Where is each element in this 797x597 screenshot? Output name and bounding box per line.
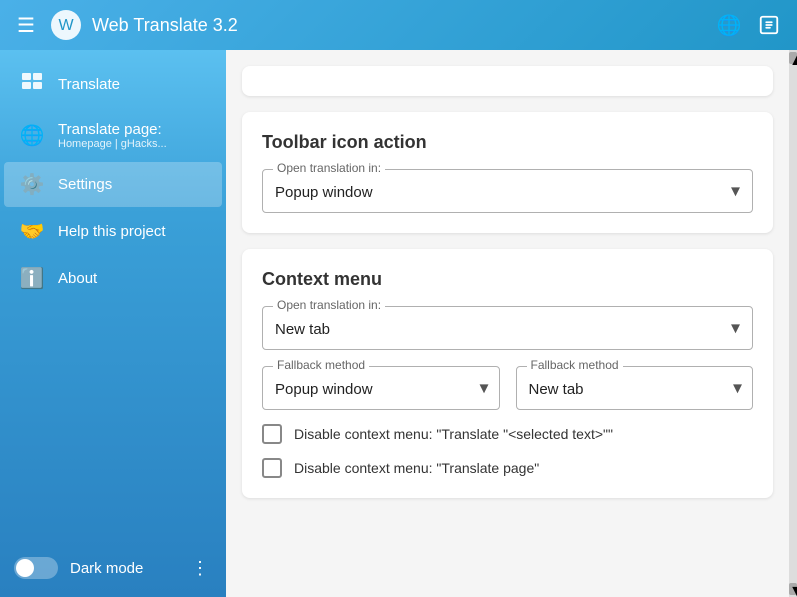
dark-mode-row: Dark mode ⋮ [0, 547, 226, 589]
toggle-knob [16, 559, 34, 577]
top-spacer-card [242, 66, 773, 96]
fallback1-select[interactable]: Fallback method Popup window ▾ [262, 366, 500, 410]
menu-icon[interactable]: ☰ [12, 13, 40, 38]
toolbar-open-in-value: Popup window [275, 184, 373, 201]
checkbox1-label: Disable context menu: "Translate "<selec… [294, 426, 613, 442]
dark-mode-toggle[interactable] [14, 557, 58, 579]
context-open-in-label: Open translation in: [273, 298, 385, 312]
about-icon: ℹ️ [18, 266, 46, 291]
globe-icon[interactable]: 🌐 [713, 9, 745, 41]
globe-sidebar-icon: 🌐 [18, 123, 46, 148]
fallback1-arrow-icon: ▾ [479, 378, 488, 399]
sidebar-item-about[interactable]: ℹ️ About [4, 256, 222, 301]
three-dot-menu[interactable]: ⋮ [188, 558, 212, 579]
fallback2-value: New tab [529, 381, 584, 398]
fallback2-select[interactable]: Fallback method New tab ▾ [516, 366, 754, 410]
checkbox2[interactable] [262, 458, 282, 478]
scroll-down-arrow[interactable]: ▼ [789, 583, 797, 595]
toolbar-open-in-select[interactable]: Open translation in: Popup window ▾ [262, 169, 753, 213]
checkbox2-label: Disable context menu: "Translate page" [294, 460, 539, 476]
toolbar-section-title: Toolbar icon action [262, 132, 753, 153]
header: ☰ W Web Translate 3.2 🌐 [0, 0, 797, 50]
fallback1-value: Popup window [275, 381, 373, 398]
context-section-title: Context menu [262, 269, 753, 290]
app-logo: W [50, 9, 82, 41]
sidebar: Translate 🌐 Translate page: Homepage | g… [0, 50, 226, 597]
fallback-row: Fallback method Popup window ▾ Fallback … [262, 366, 753, 410]
settings-text: Settings [58, 176, 112, 193]
context-open-in-select[interactable]: Open translation in: New tab ▾ [262, 306, 753, 350]
translate-page-text: Translate page: Homepage | gHacks... [58, 121, 167, 150]
app-title: Web Translate 3.2 [92, 15, 703, 36]
sidebar-item-translate[interactable]: Translate [4, 59, 222, 109]
svg-text:W: W [58, 17, 74, 34]
edit-icon[interactable] [753, 9, 785, 41]
context-select-arrow-icon: ▾ [731, 318, 740, 339]
context-open-in-value: New tab [275, 321, 330, 338]
context-section: Context menu Open translation in: New ta… [242, 249, 773, 498]
translate-text: Translate [58, 76, 120, 93]
fallback1-label: Fallback method [273, 358, 369, 372]
fallback2-label: Fallback method [527, 358, 623, 372]
main-layout: Translate 🌐 Translate page: Homepage | g… [0, 50, 797, 597]
toolbar-select-arrow-icon: ▾ [731, 181, 740, 202]
sidebar-item-translate-page[interactable]: 🌐 Translate page: Homepage | gHacks... [4, 111, 222, 160]
header-actions: 🌐 [713, 9, 785, 41]
sidebar-item-settings[interactable]: ⚙️ Settings [4, 162, 222, 207]
toolbar-section: Toolbar icon action Open translation in:… [242, 112, 773, 233]
checkbox2-row: Disable context menu: "Translate page" [262, 458, 753, 478]
checkbox1[interactable] [262, 424, 282, 444]
help-icon: 🤝 [18, 219, 46, 244]
scroll-up-arrow[interactable]: ▲ [789, 52, 797, 64]
about-text: About [58, 270, 97, 287]
content-area: Toolbar icon action Open translation in:… [226, 50, 789, 597]
dark-mode-label: Dark mode [70, 560, 176, 577]
fallback2-arrow-icon: ▾ [733, 378, 742, 399]
checkbox1-row: Disable context menu: "Translate "<selec… [262, 424, 753, 444]
sidebar-item-help[interactable]: 🤝 Help this project [4, 209, 222, 254]
translate-icon [18, 69, 46, 99]
toolbar-open-in-label: Open translation in: [273, 161, 385, 175]
settings-icon: ⚙️ [18, 172, 46, 197]
help-text: Help this project [58, 223, 166, 240]
scrollbar: ▲ ▼ [789, 50, 797, 597]
